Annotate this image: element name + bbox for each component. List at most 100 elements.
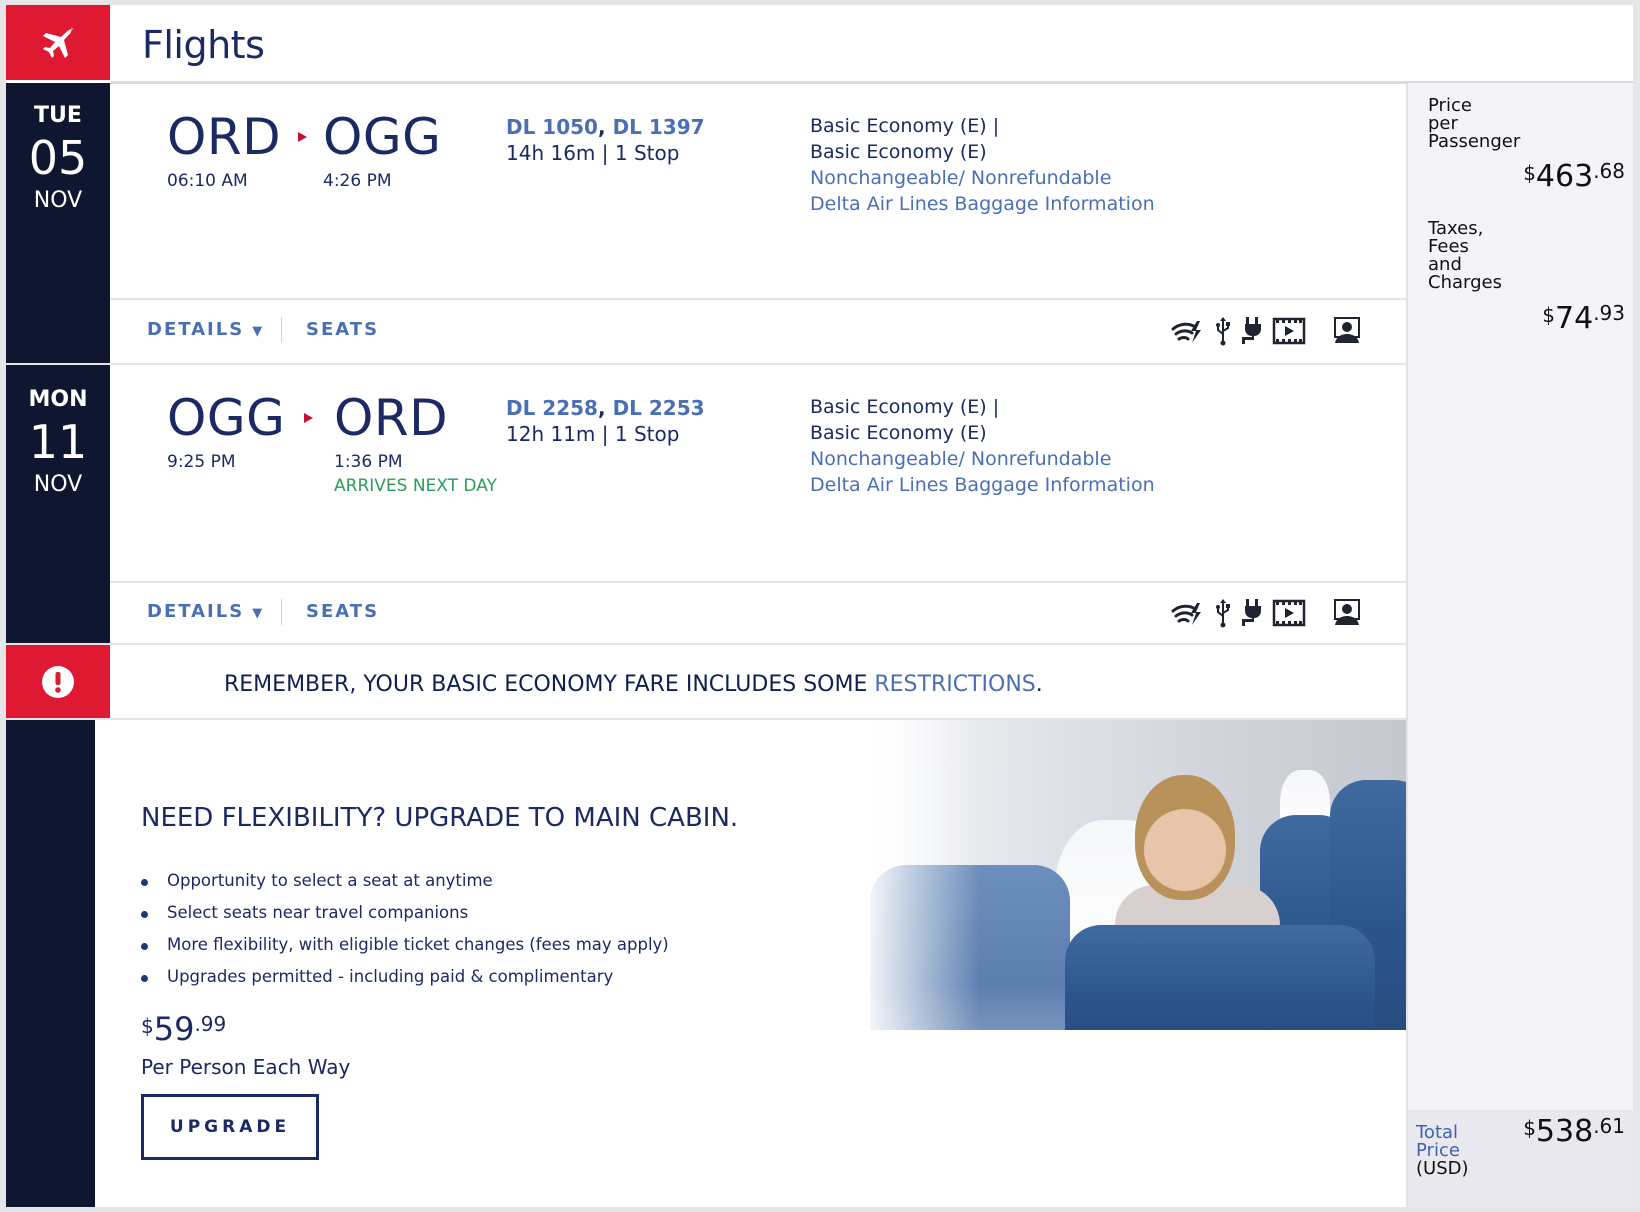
flight-separator: , (597, 396, 606, 420)
exclamation-icon (42, 665, 74, 698)
flight-summary-page: Flights TUE 05 NOV ORD OGG 06:10 AM 4:26… (6, 5, 1633, 1207)
taxes-label: Taxes, Fees and Charges (1428, 220, 1502, 292)
wifi-icon (1171, 603, 1201, 625)
flight-numbers: DL 2258, DL 2253 (506, 396, 705, 420)
month: NOV (33, 472, 83, 497)
upsell-benefits: Opportunity to select a seat at anytime … (141, 871, 669, 999)
total-price: $538.61 (1523, 1114, 1625, 1149)
arrive-time: 4:26 PM (323, 171, 392, 191)
price-summary-panel: Price per Passenger $463.68 Taxes, Fees … (1406, 83, 1633, 1207)
arrive-time: 1:36 PM (334, 452, 403, 472)
fare-info: Basic Economy (E) | Basic Economy (E) No… (810, 113, 1155, 217)
segment-2-date: MON 11 NOV (6, 365, 110, 645)
page-title: Flights (142, 23, 265, 67)
duration-stops: 12h 11m | 1 Stop (506, 422, 680, 446)
details-label: DETAILS (147, 319, 245, 340)
fare-class: Basic Economy (E) (810, 422, 987, 444)
route-arrow-icon (304, 413, 313, 423)
photo-person-head (1135, 775, 1235, 900)
personal-screen-icon (1334, 317, 1360, 343)
price-cents: .93 (1593, 301, 1625, 325)
upsell-title: NEED FLEXIBILITY? UPGRADE TO MAIN CABIN. (141, 803, 739, 833)
baggage-info-link[interactable]: Delta Air Lines Baggage Information (810, 472, 1155, 498)
segment-1-date: TUE 05 NOV (6, 83, 110, 365)
price-whole: 59 (153, 1010, 195, 1048)
month: NOV (33, 188, 83, 213)
total-price-label: Total Price (USD) (1416, 1124, 1469, 1178)
price-whole: 538 (1535, 1114, 1594, 1149)
flight-number-link[interactable]: DL 2253 (613, 396, 705, 420)
fare-rules-link[interactable]: Nonchangeable/ Nonrefundable (810, 165, 1155, 191)
tab-separator (281, 317, 282, 343)
flight-number-link[interactable]: DL 1050 (506, 115, 598, 139)
flight-number-link[interactable]: DL 2258 (506, 396, 598, 420)
seats-link[interactable]: SEATS (306, 601, 379, 622)
seats-link[interactable]: SEATS (306, 319, 379, 340)
basic-economy-alert: REMEMBER, YOUR BASIC ECONOMY FARE INCLUD… (224, 672, 1043, 697)
flight-separator: , (597, 115, 606, 139)
price-cents: .61 (1593, 1114, 1625, 1138)
label-line: Passenger (1428, 131, 1521, 152)
caret-down-icon: ▼ (252, 324, 265, 339)
restrictions-link[interactable]: RESTRICTIONS (874, 672, 1035, 697)
destination-airport: OGG (323, 108, 442, 166)
alert-suffix: . (1035, 672, 1043, 697)
upgrade-price: $59.99 (141, 1010, 226, 1048)
wifi-icon (1171, 321, 1201, 343)
flight-number-link[interactable]: DL 1397 (613, 115, 705, 139)
day-number: 11 (28, 415, 88, 469)
amenities (1170, 598, 1362, 628)
alert-icon-block (6, 645, 110, 718)
upsell-sidebar (6, 720, 95, 1207)
details-label: DETAILS (147, 601, 245, 622)
photo-fade (860, 720, 980, 1030)
day-number: 05 (28, 131, 88, 185)
destination-airport: ORD (334, 389, 449, 447)
segment-divider (110, 581, 1412, 583)
baggage-info-link[interactable]: Delta Air Lines Baggage Information (810, 191, 1155, 217)
label-line: (USD) (1416, 1158, 1469, 1179)
taxes-amount: $74.93 (1542, 301, 1625, 336)
usb-icon (1216, 599, 1230, 628)
depart-time: 06:10 AM (167, 171, 248, 191)
fare-info: Basic Economy (E) | Basic Economy (E) No… (810, 394, 1155, 498)
day-of-week: MON (28, 387, 88, 412)
video-icon (1272, 317, 1306, 345)
fare-rules-link[interactable]: Nonchangeable/ Nonrefundable (810, 446, 1155, 472)
route-arrow-icon (298, 132, 307, 142)
benefit-item: More flexibility, with eligible ticket c… (141, 935, 669, 967)
depart-time: 9:25 PM (167, 452, 236, 472)
price-cents: .99 (194, 1012, 227, 1036)
price-note: Per Person Each Way (141, 1055, 351, 1079)
currency-symbol: $ (1523, 1116, 1536, 1140)
price-per-passenger-label: Price per Passenger (1428, 97, 1520, 151)
amenities (1170, 316, 1362, 346)
currency-symbol: $ (141, 1014, 154, 1038)
details-toggle[interactable]: DETAILS ▼ (147, 601, 264, 622)
flight-segment-outbound: ORD OGG 06:10 AM 4:26 PM DL 1050, DL 139… (110, 83, 1412, 365)
airplane-icon (43, 26, 74, 58)
segment-divider (110, 298, 1412, 300)
photo-seat (1065, 925, 1375, 1030)
flight-numbers: DL 1050, DL 1397 (506, 115, 705, 139)
usb-icon (1216, 317, 1230, 346)
caret-down-icon: ▼ (252, 606, 265, 621)
price-whole: 74 (1555, 301, 1594, 336)
power-icon (1242, 599, 1261, 626)
fare-class: Basic Economy (E) (810, 141, 987, 163)
fare-class: Basic Economy (E) | (810, 396, 1000, 418)
upgrade-button[interactable]: UPGRADE (141, 1094, 319, 1160)
duration-stops: 14h 16m | 1 Stop (506, 141, 680, 165)
details-toggle[interactable]: DETAILS ▼ (147, 319, 264, 340)
arrives-next-day: ARRIVES NEXT DAY (334, 476, 497, 496)
day-of-week: TUE (34, 103, 82, 128)
benefit-item: Select seats near travel companions (141, 903, 669, 935)
personal-screen-icon (1334, 599, 1360, 625)
price-cents: .68 (1593, 159, 1625, 183)
benefit-item: Opportunity to select a seat at anytime (141, 871, 669, 903)
power-icon (1242, 317, 1261, 344)
cabin-photo (860, 720, 1412, 1030)
currency-symbol: $ (1523, 161, 1536, 185)
segment-separator (6, 643, 1412, 645)
label-line: Charges (1428, 272, 1502, 293)
